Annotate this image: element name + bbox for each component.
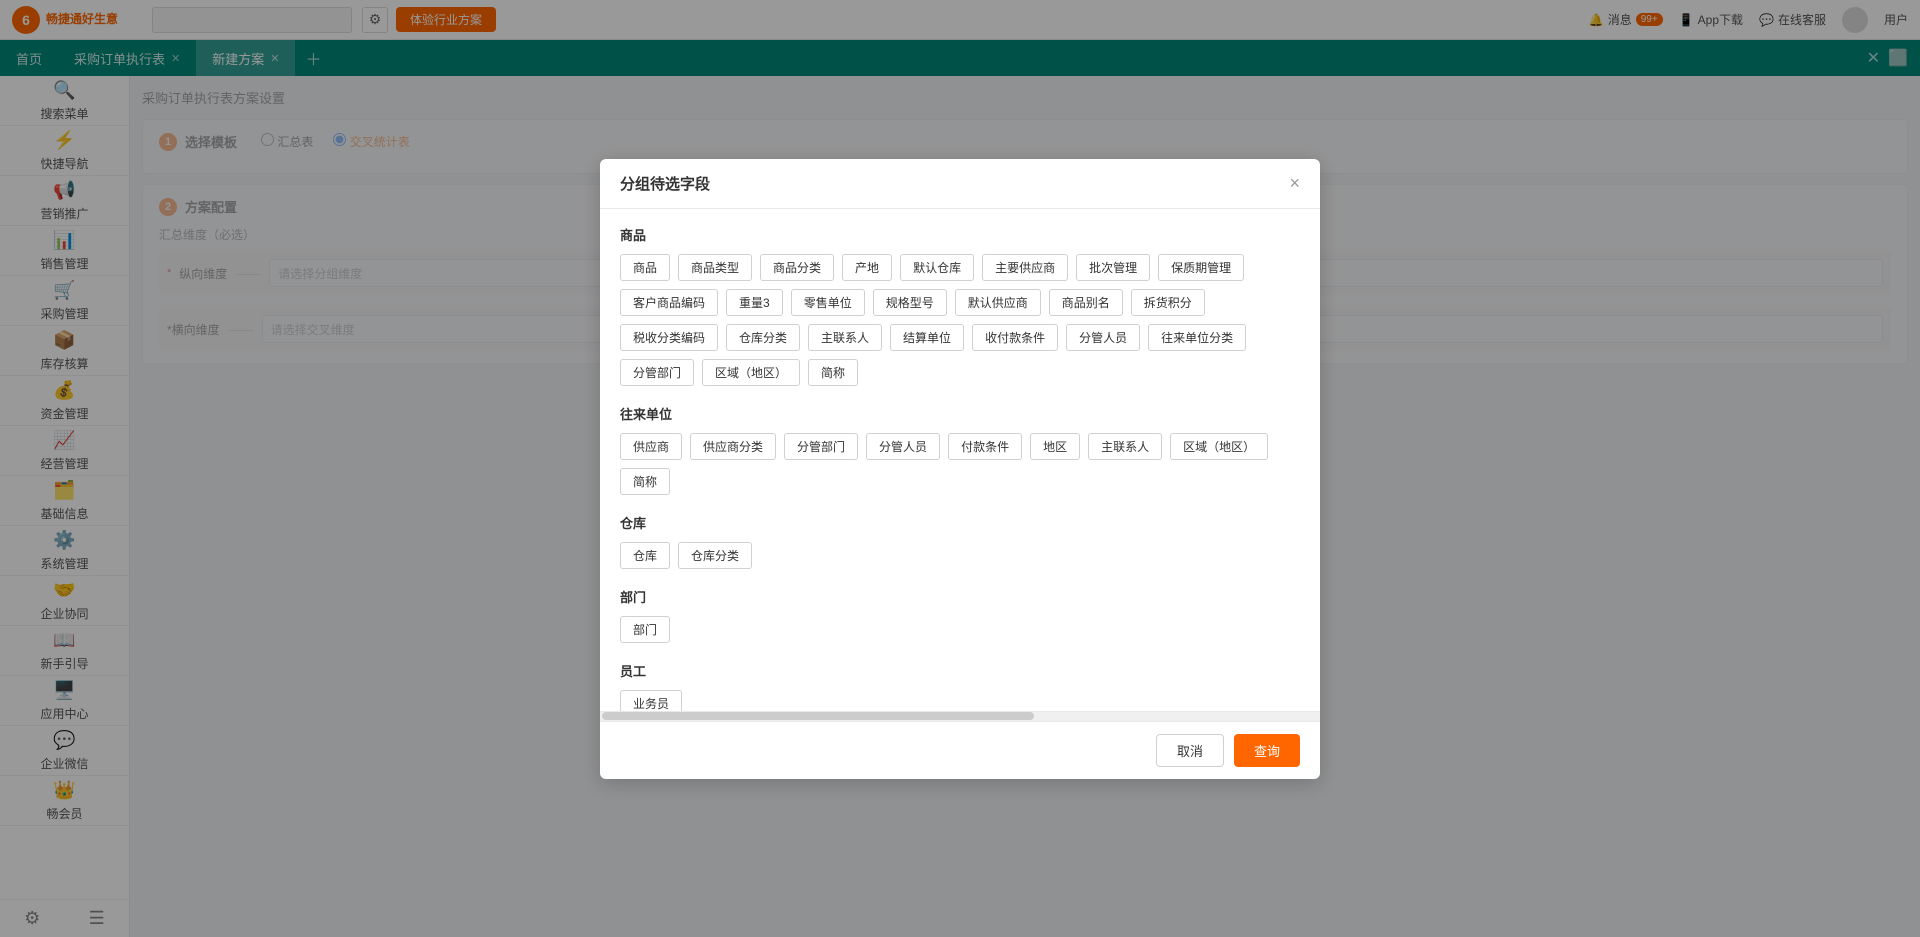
section-warehouse-title: 仓库: [620, 513, 1300, 532]
modal-close-button[interactable]: ×: [1289, 173, 1300, 194]
chip-dept-0[interactable]: 部门: [620, 616, 670, 643]
modal-title: 分组待选字段: [620, 173, 710, 194]
section-product-title: 商品: [620, 225, 1300, 244]
section-employee-title: 员工: [620, 661, 1300, 680]
modal-header: 分组待选字段 ×: [600, 159, 1320, 209]
chip-product-15[interactable]: 税收分类编码: [620, 324, 718, 351]
chip-product-21[interactable]: 往来单位分类: [1148, 324, 1246, 351]
section-partner-title: 往来单位: [620, 404, 1300, 423]
chip-product-13[interactable]: 商品别名: [1049, 289, 1123, 316]
section-employee-chips: 业务员: [620, 690, 1300, 712]
section-dept-chips: 部门: [620, 616, 1300, 643]
chip-employee-0[interactable]: 业务员: [620, 690, 682, 712]
chip-product-6[interactable]: 批次管理: [1076, 254, 1150, 281]
chip-product-3[interactable]: 产地: [842, 254, 892, 281]
chip-product-4[interactable]: 默认仓库: [900, 254, 974, 281]
modal-dialog: 分组待选字段 × 商品 商品 商品类型 商品分类 产地 默认仓库 主要供应商 批…: [600, 159, 1320, 779]
modal-hscroll[interactable]: [600, 711, 1320, 720]
section-warehouse: 仓库 仓库 仓库分类: [620, 513, 1300, 569]
chip-product-20[interactable]: 分管人员: [1066, 324, 1140, 351]
chip-product-14[interactable]: 拆货积分: [1131, 289, 1205, 316]
section-dept: 部门 部门: [620, 587, 1300, 643]
chip-product-0[interactable]: 商品: [620, 254, 670, 281]
chip-partner-8[interactable]: 简称: [620, 468, 670, 495]
chip-partner-4[interactable]: 付款条件: [948, 433, 1022, 460]
chip-product-7[interactable]: 保质期管理: [1158, 254, 1244, 281]
section-partner-chips: 供应商 供应商分类 分管部门 分管人员 付款条件 地区 主联系人 区域（地区） …: [620, 433, 1300, 495]
modal-hscroll-thumb: [602, 712, 1034, 720]
chip-product-22[interactable]: 分管部门: [620, 359, 694, 386]
chip-partner-6[interactable]: 主联系人: [1088, 433, 1162, 460]
chip-product-17[interactable]: 主联系人: [808, 324, 882, 351]
chip-partner-2[interactable]: 分管部门: [784, 433, 858, 460]
section-product: 商品 商品 商品类型 商品分类 产地 默认仓库 主要供应商 批次管理 保质期管理…: [620, 225, 1300, 386]
chip-product-19[interactable]: 收付款条件: [972, 324, 1058, 351]
modal-overlay: 分组待选字段 × 商品 商品 商品类型 商品分类 产地 默认仓库 主要供应商 批…: [0, 0, 1920, 937]
section-warehouse-chips: 仓库 仓库分类: [620, 542, 1300, 569]
section-employee: 员工 业务员: [620, 661, 1300, 712]
chip-product-2[interactable]: 商品分类: [760, 254, 834, 281]
section-dept-title: 部门: [620, 587, 1300, 606]
chip-product-8[interactable]: 客户商品编码: [620, 289, 718, 316]
chip-partner-3[interactable]: 分管人员: [866, 433, 940, 460]
chip-partner-7[interactable]: 区域（地区）: [1170, 433, 1268, 460]
chip-product-11[interactable]: 规格型号: [873, 289, 947, 316]
modal-cancel-button[interactable]: 取消: [1156, 734, 1224, 767]
section-partner: 往来单位 供应商 供应商分类 分管部门 分管人员 付款条件 地区 主联系人 区域…: [620, 404, 1300, 495]
chip-warehouse-0[interactable]: 仓库: [620, 542, 670, 569]
modal-body: 商品 商品 商品类型 商品分类 产地 默认仓库 主要供应商 批次管理 保质期管理…: [600, 209, 1320, 712]
chip-product-12[interactable]: 默认供应商: [955, 289, 1041, 316]
chip-product-18[interactable]: 结算单位: [890, 324, 964, 351]
chip-product-10[interactable]: 零售单位: [791, 289, 865, 316]
modal-confirm-button[interactable]: 查询: [1234, 734, 1300, 767]
chip-partner-1[interactable]: 供应商分类: [690, 433, 776, 460]
chip-product-1[interactable]: 商品类型: [678, 254, 752, 281]
modal-footer: 取消 查询: [600, 721, 1320, 779]
chip-product-16[interactable]: 仓库分类: [726, 324, 800, 351]
chip-partner-0[interactable]: 供应商: [620, 433, 682, 460]
chip-partner-5[interactable]: 地区: [1030, 433, 1080, 460]
chip-warehouse-1[interactable]: 仓库分类: [678, 542, 752, 569]
chip-product-24[interactable]: 简称: [808, 359, 858, 386]
section-product-chips: 商品 商品类型 商品分类 产地 默认仓库 主要供应商 批次管理 保质期管理 客户…: [620, 254, 1300, 386]
chip-product-9[interactable]: 重量3: [726, 289, 783, 316]
chip-product-5[interactable]: 主要供应商: [982, 254, 1068, 281]
chip-product-23[interactable]: 区域（地区）: [702, 359, 800, 386]
